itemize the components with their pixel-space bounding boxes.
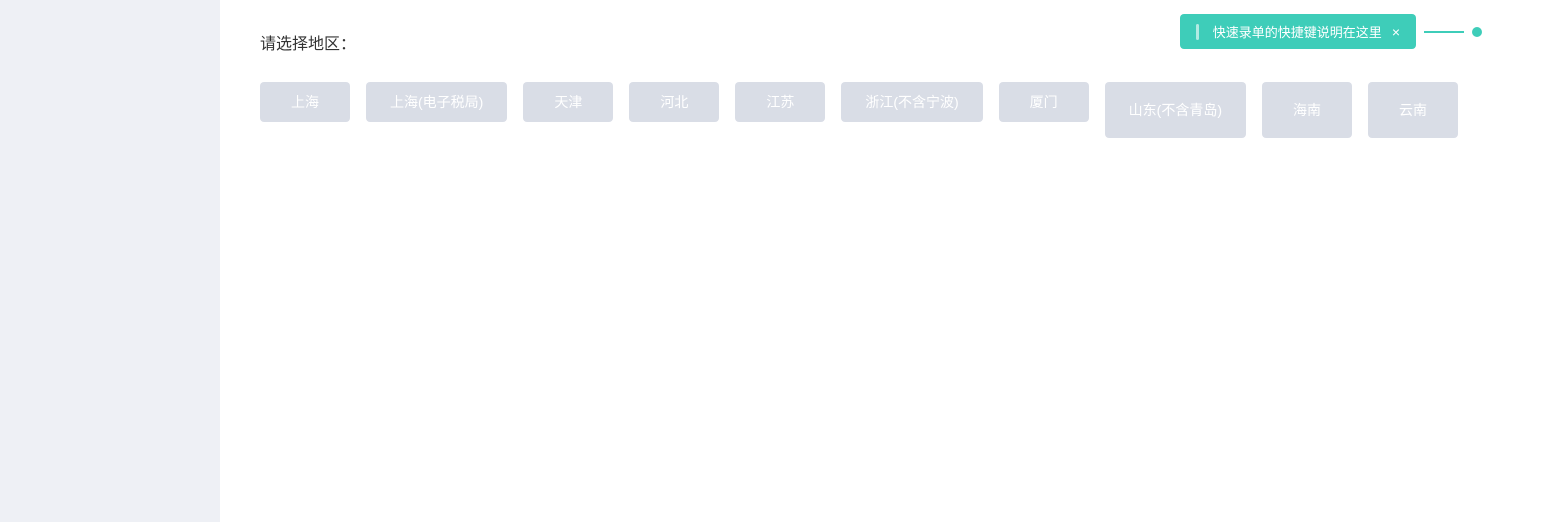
region-button[interactable]: 天津 (523, 82, 613, 122)
region-button[interactable]: 上海 (260, 82, 350, 122)
region-buttons: 上海上海(电子税局) 天津河北江苏浙江(不含宁波) 厦门 山东(不含青岛) 海南云南 (260, 82, 1522, 138)
region-button[interactable]: 江苏 (735, 82, 825, 122)
region-button[interactable]: 山东(不含青岛) (1105, 82, 1246, 138)
region-button[interactable]: 河北 (629, 82, 719, 122)
region-row-2: 山东(不含青岛) 海南云南 (1105, 82, 1458, 138)
sidebar (0, 0, 220, 522)
tooltip-dot (1472, 27, 1482, 37)
region-button[interactable]: 浙江(不含宁波) (841, 82, 982, 122)
main-content: 请选择地区： 上海上海(电子税局)天津河北江苏浙江(不含宁波)厦门 山东(不含青… (220, 0, 1562, 522)
tooltip-bubble: 快速录单的快捷键说明在这里 × (1180, 14, 1416, 49)
tooltip-close-button[interactable]: × (1392, 25, 1400, 39)
region-button[interactable]: 上海(电子税局) (366, 82, 507, 122)
region-row-1: 上海上海(电子税局) 天津河北江苏浙江(不含宁波) 厦门 (260, 82, 1089, 122)
tooltip-container: 快速录单的快捷键说明在这里 × (1180, 14, 1482, 49)
region-button[interactable]: 海南 (1262, 82, 1352, 138)
tooltip-text: 快速录单的快捷键说明在这里 (1213, 22, 1382, 41)
region-button[interactable]: 厦门 (999, 82, 1089, 122)
region-button[interactable]: 云南 (1368, 82, 1458, 138)
tooltip-line (1424, 31, 1464, 33)
